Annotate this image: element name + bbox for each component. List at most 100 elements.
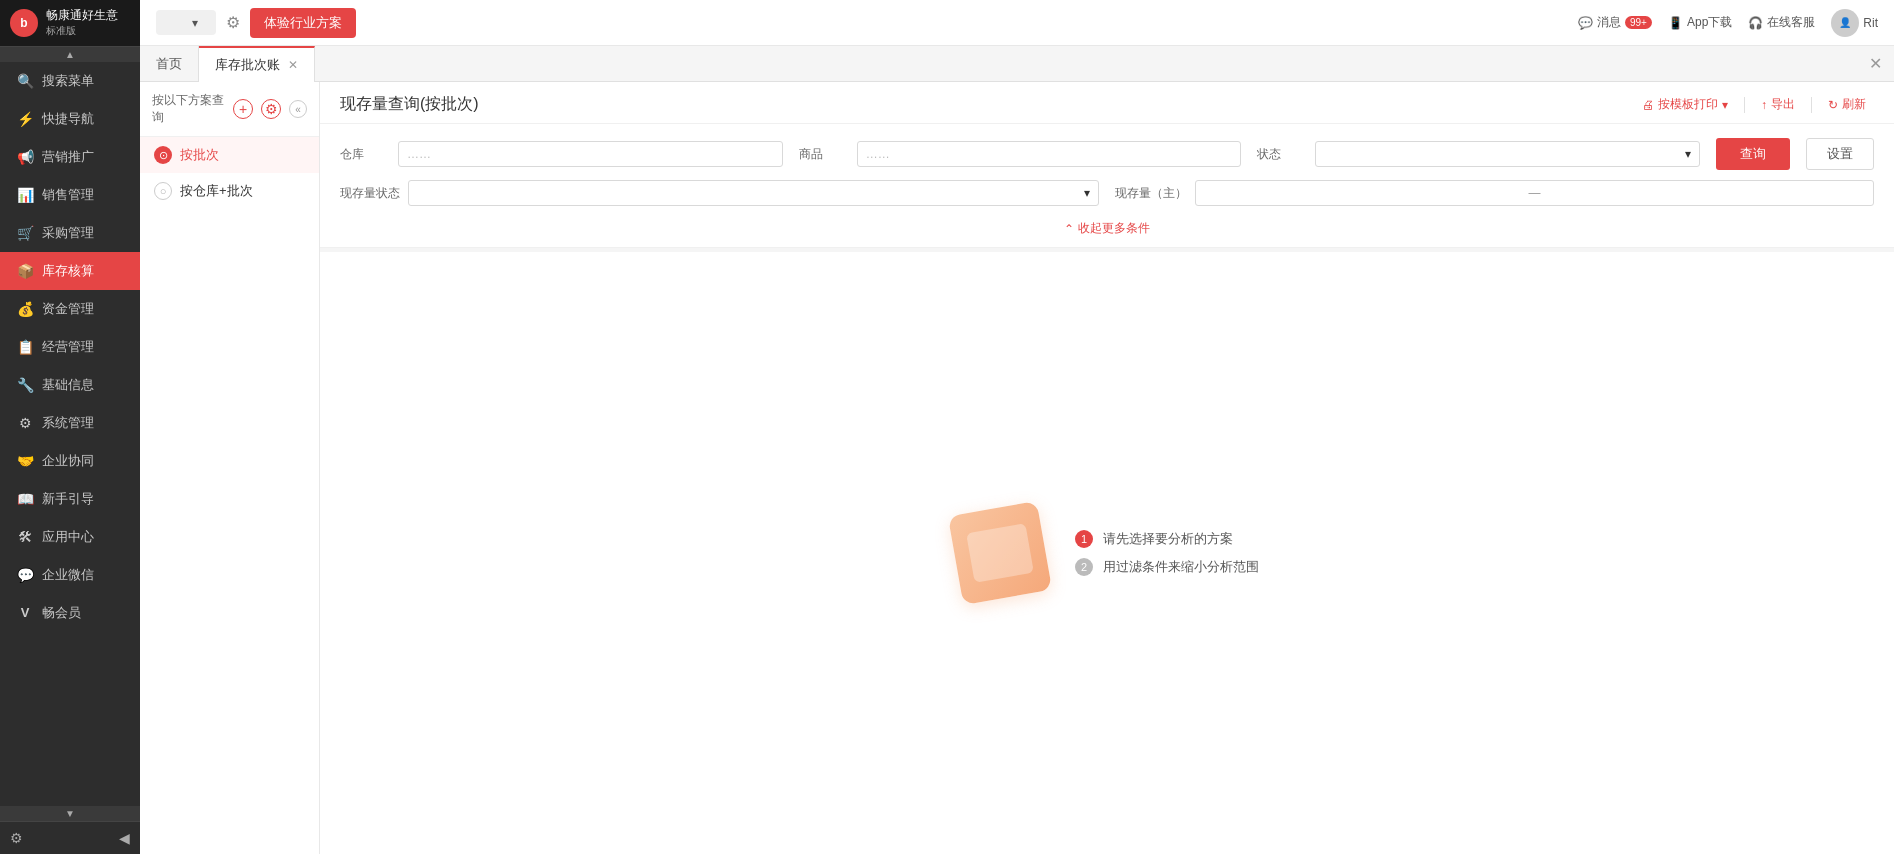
print-label: 按模板打印 (1658, 96, 1718, 113)
sidebar-item-finance[interactable]: 💰 资金管理 (0, 290, 140, 328)
avatar: 👤 (1831, 9, 1859, 37)
tab-panel-close[interactable]: ✕ (1857, 54, 1894, 73)
sidebar-item-sales[interactable]: 📊 销售管理 (0, 176, 140, 214)
app-logo: b (10, 9, 38, 37)
inventory-status-select[interactable]: ▾ (408, 180, 1099, 206)
refresh-btn[interactable]: ↻ 刷新 (1820, 92, 1874, 117)
range-dash: — (1529, 186, 1541, 200)
scheme-label: 按仓库+批次 (180, 182, 253, 200)
status-select[interactable]: ▾ (1315, 141, 1700, 167)
dropdown-arrow-icon: ▾ (1685, 147, 1691, 161)
message-action[interactable]: 💬 消息 99+ (1578, 14, 1652, 31)
inventory-status-filter-group: 现存量状态 ▾ (340, 180, 1099, 206)
enterprise-icon: 🤝 (16, 453, 34, 469)
online-service-action[interactable]: 🎧 在线客服 (1748, 14, 1815, 31)
finance-icon: 💰 (16, 301, 34, 317)
collapse-sidebar-icon[interactable]: ◀ (119, 830, 130, 846)
sidebar-item-label: 企业协同 (42, 452, 94, 470)
app-download-label: App下载 (1687, 14, 1732, 31)
sidebar-item-member[interactable]: V 畅会员 (0, 594, 140, 632)
sidebar-item-marketing[interactable]: 📢 营销推广 (0, 138, 140, 176)
app-download-action[interactable]: 📱 App下载 (1668, 14, 1732, 31)
sidebar-item-label: 营销推广 (42, 148, 94, 166)
sidebar-item-label: 应用中心 (42, 528, 94, 546)
sidebar-item-newbie[interactable]: 📖 新手引导 (0, 480, 140, 518)
print-icon: 🖨 (1642, 98, 1654, 112)
topbar-left: ▾ ⚙ 体验行业方案 (156, 8, 356, 38)
tab-close-icon[interactable]: ✕ (288, 58, 298, 72)
scheme-inactive-icon: ○ (154, 182, 172, 200)
filter-row-2: 现存量状态 ▾ 现存量（主） — (340, 180, 1874, 206)
divider (1744, 97, 1745, 113)
dropdown-arrow-icon: ▾ (1084, 186, 1090, 200)
sidebar-item-label: 搜索菜单 (42, 72, 94, 90)
user-name: Rit (1863, 16, 1878, 30)
filter-row-1: 仓库 …… 商品 …… 状态 (340, 138, 1874, 170)
online-service-label: 在线客服 (1767, 14, 1815, 31)
warehouse-label: 仓库 (340, 146, 390, 163)
collapse-scheme-btn[interactable]: « (289, 100, 307, 118)
sidebar-item-search[interactable]: 🔍 搜索菜单 (0, 62, 140, 100)
basics-icon: 🔧 (16, 377, 34, 393)
experience-btn[interactable]: 体验行业方案 (250, 8, 356, 38)
export-icon: ↑ (1761, 98, 1767, 112)
inventory-amount-range[interactable]: — (1195, 180, 1874, 206)
sidebar-scroll-up[interactable]: ▲ (0, 47, 140, 62)
sidebar-scroll-down[interactable]: ▼ (0, 806, 140, 821)
empty-state: 1 请先选择要分析的方案 2 用过滤条件来缩小分析范围 (320, 252, 1894, 854)
gear-icon: ⚙ (265, 102, 278, 116)
step-1-label: 请先选择要分析的方案 (1103, 530, 1233, 548)
breadcrumb-dropdown[interactable]: ▾ (156, 10, 216, 35)
refresh-icon: ↻ (1828, 98, 1838, 112)
empty-step-1: 1 请先选择要分析的方案 (1075, 530, 1259, 548)
add-icon: + (239, 102, 247, 116)
user-action[interactable]: 👤 Rit (1831, 9, 1878, 37)
step-num-1: 1 (1075, 530, 1093, 548)
topbar-gear-icon[interactable]: ⚙ (226, 13, 240, 32)
inventory-amount-label: 现存量（主） (1115, 185, 1187, 202)
app-edition: 标准版 (46, 24, 118, 38)
collapse-filter-label: 收起更多条件 (1078, 220, 1150, 237)
scheme-settings-btn[interactable]: ⚙ (261, 99, 281, 119)
tab-home[interactable]: 首页 (140, 46, 199, 82)
sidebar-item-label: 畅会员 (42, 604, 81, 622)
scheme-item-warehouse-batch[interactable]: ○ 按仓库+批次 (140, 173, 319, 209)
app-name: 畅康通好生意 (46, 8, 118, 24)
set-btn[interactable]: 设置 (1806, 138, 1874, 170)
scheme-item-batch[interactable]: ⊙ 按批次 (140, 137, 319, 173)
dropdown-arrow-icon: ▾ (192, 16, 198, 30)
chevron-left-icon: « (295, 104, 301, 115)
sidebar-item-weixin[interactable]: 💬 企业微信 (0, 556, 140, 594)
sidebar-item-label: 快捷导航 (42, 110, 94, 128)
marketing-icon: 📢 (16, 149, 34, 165)
query-btn[interactable]: 查询 (1716, 138, 1790, 170)
scheme-header-actions: + ⚙ « (233, 99, 307, 119)
user-initial: 👤 (1839, 17, 1851, 28)
sidebar-item-inventory[interactable]: 📦 库存核算 (0, 252, 140, 290)
status-filter-group: 状态 ▾ (1257, 141, 1700, 167)
product-input[interactable]: …… (857, 141, 1242, 167)
add-scheme-btn[interactable]: + (233, 99, 253, 119)
status-label: 状态 (1257, 146, 1307, 163)
print-btn[interactable]: 🖨 按模板打印 ▾ (1634, 92, 1736, 117)
tab-home-label: 首页 (156, 55, 182, 73)
newbie-icon: 📖 (16, 491, 34, 507)
message-label: 消息 (1597, 14, 1621, 31)
sidebar-item-enterprise[interactable]: 🤝 企业协同 (0, 442, 140, 480)
export-btn[interactable]: ↑ 导出 (1753, 92, 1803, 117)
tab-inventory-batch[interactable]: 库存批次账 ✕ (199, 46, 315, 82)
message-badge: 99+ (1625, 16, 1652, 29)
sidebar-item-system[interactable]: ⚙ 系统管理 (0, 404, 140, 442)
inventory-icon: 📦 (16, 263, 34, 279)
sidebar-item-operations[interactable]: 📋 经营管理 (0, 328, 140, 366)
settings-icon[interactable]: ⚙ (10, 830, 23, 846)
sidebar-item-purchase[interactable]: 🛒 采购管理 (0, 214, 140, 252)
sidebar-item-quicknav[interactable]: ⚡ 快捷导航 (0, 100, 140, 138)
operations-icon: 📋 (16, 339, 34, 355)
sidebar-item-basics[interactable]: 🔧 基础信息 (0, 366, 140, 404)
warehouse-input[interactable]: …… (398, 141, 783, 167)
step-num-2: 2 (1075, 558, 1093, 576)
collapse-filter-btn[interactable]: ⌃ 收起更多条件 (340, 216, 1874, 237)
tab-bar: 首页 库存批次账 ✕ ✕ (140, 46, 1894, 82)
sidebar-item-appcenter[interactable]: 🛠 应用中心 (0, 518, 140, 556)
